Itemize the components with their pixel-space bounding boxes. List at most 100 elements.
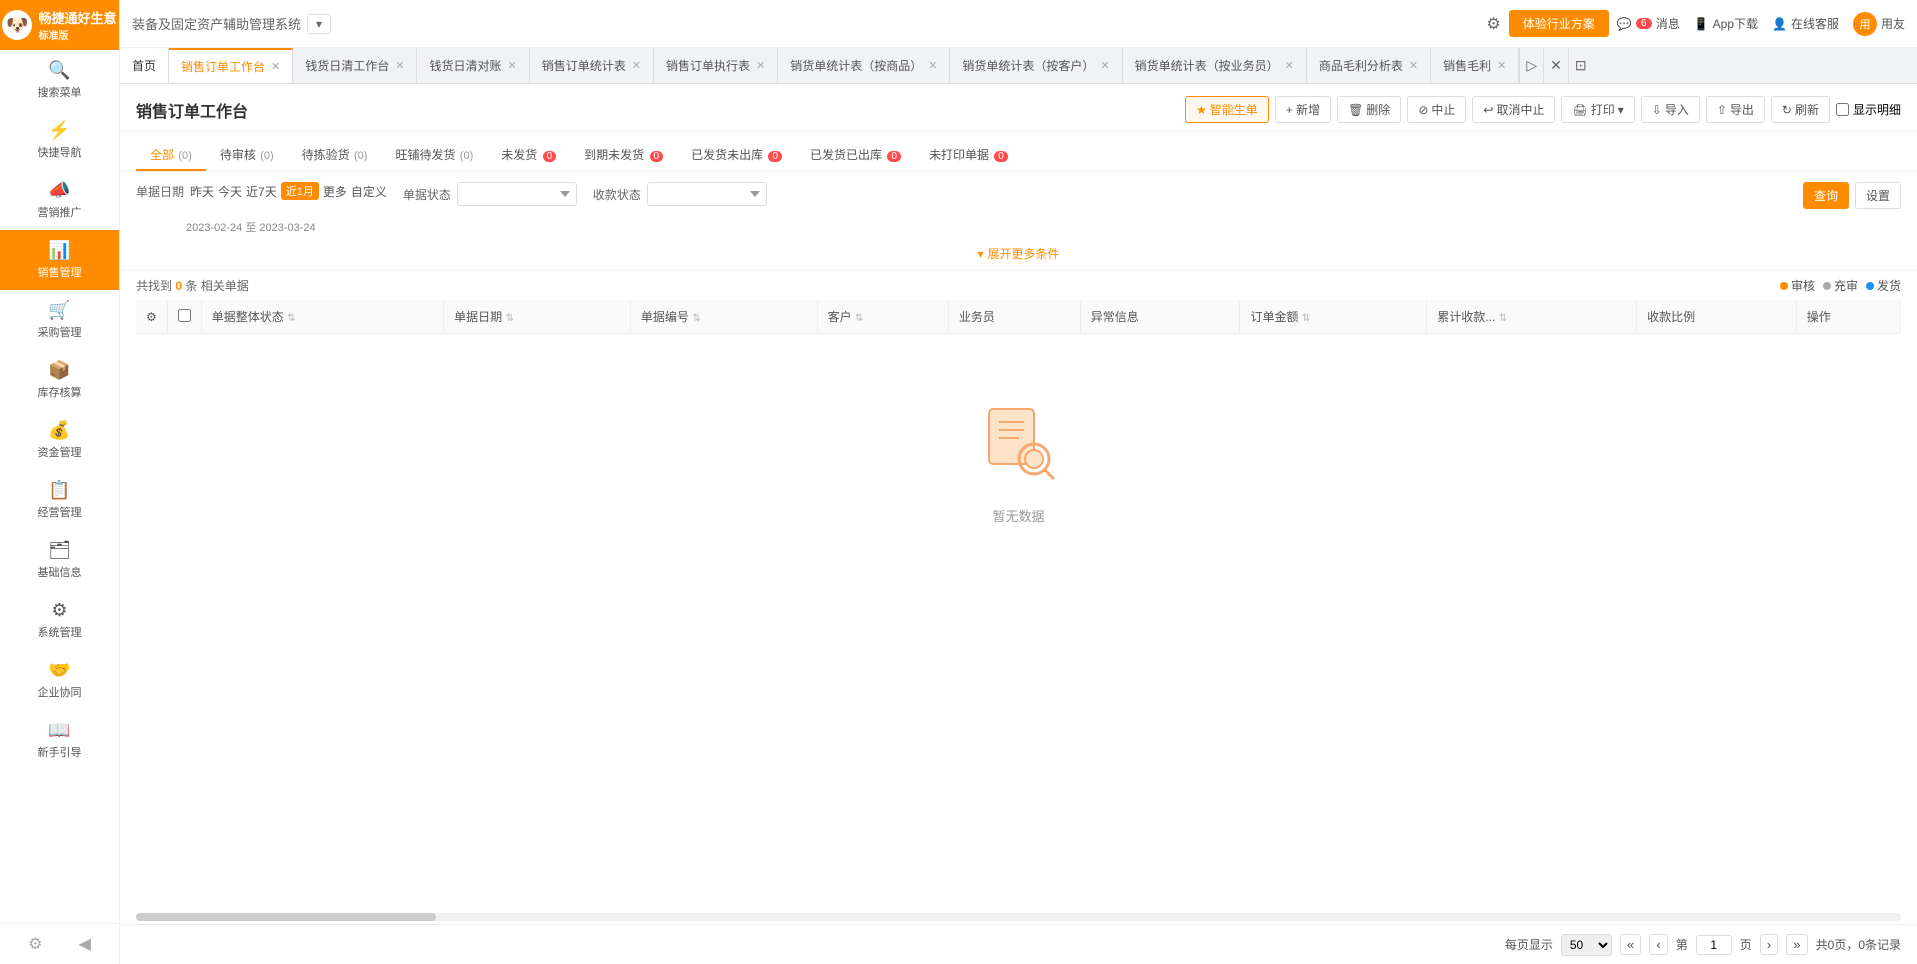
subtab-all[interactable]: 全部 (0) xyxy=(136,140,206,171)
sort-number-icon[interactable]: ⇅ xyxy=(692,313,700,324)
tab-more-btn[interactable]: ▷ xyxy=(1519,48,1543,84)
cancel-stop-btn[interactable]: ↩ 取消中止 xyxy=(1472,96,1555,123)
scroll-bar-thumb[interactable] xyxy=(136,913,436,921)
date-opt-7days[interactable]: 近7天 xyxy=(246,183,277,200)
subtab-shipped-not-out[interactable]: 已发货未出库 0 xyxy=(677,140,796,171)
tab-sales-profit[interactable]: 销售毛利 ✕ xyxy=(1431,48,1519,84)
filter-settings-btn[interactable]: 设置 xyxy=(1855,182,1901,209)
sort-collected-icon[interactable]: ⇅ xyxy=(1499,313,1507,324)
cancel-review-quick-btn[interactable]: 充审 xyxy=(1823,277,1858,294)
date-range-value: 2023-02-24 至 2023-03-24 xyxy=(186,219,316,235)
page-input[interactable] xyxy=(1696,935,1732,955)
add-btn[interactable]: + 新增 xyxy=(1275,96,1331,123)
tab-home[interactable]: 首页 xyxy=(120,48,169,84)
refresh-btn[interactable]: ↻ 刷新 xyxy=(1771,96,1830,123)
user-item[interactable]: 用 用友 xyxy=(1853,12,1905,36)
subtab-wangpu-ship[interactable]: 旺铺待发货 (0) xyxy=(381,140,487,171)
tab-stats-product-close[interactable]: ✕ xyxy=(928,59,937,72)
sidebar-item-quick-nav[interactable]: ⚡ 快捷导航 xyxy=(0,110,119,170)
subtab-overdue-unship[interactable]: 到期未发货 0 xyxy=(570,140,677,171)
prev-page-btn[interactable]: ‹ xyxy=(1649,934,1667,955)
select-all-checkbox[interactable] xyxy=(178,309,191,322)
app-download-item[interactable]: 📱 App下载 xyxy=(1694,15,1758,32)
subtab-pending-review[interactable]: 待审核 (0) xyxy=(206,140,288,171)
sidebar-item-purchase[interactable]: 🛒 采购管理 xyxy=(0,290,119,350)
tab-sales-order-stats-close[interactable]: ✕ xyxy=(632,59,641,72)
tab-sales-order-exec-close[interactable]: ✕ xyxy=(756,59,765,72)
date-opt-more[interactable]: 更多 xyxy=(323,183,347,200)
sort-date-icon[interactable]: ⇅ xyxy=(505,313,513,324)
tab-sales-order-exec[interactable]: 销售订单执行表 ✕ xyxy=(654,48,778,84)
expand-btn[interactable]: ▾ 展开更多条件 xyxy=(977,245,1059,262)
message-item[interactable]: 💬 6 消息 xyxy=(1617,15,1680,32)
sidebar-item-operation[interactable]: 📋 经营管理 xyxy=(0,470,119,530)
import-btn[interactable]: ⇩ 导入 xyxy=(1641,96,1700,123)
tab-stats-customer[interactable]: 销货单统计表（按客户） ✕ xyxy=(950,48,1122,84)
delete-btn[interactable]: 🗑 删除 xyxy=(1337,96,1401,123)
tab-stats-staff-close[interactable]: ✕ xyxy=(1285,59,1294,72)
show-detail-checkbox[interactable] xyxy=(1836,103,1849,116)
tab-sales-close[interactable]: ✕ xyxy=(271,60,280,73)
tab-stats-customer-close[interactable]: ✕ xyxy=(1100,59,1109,72)
quick-actions: 审核 充审 发货 xyxy=(1780,277,1901,294)
sidebar-item-finance[interactable]: 💰 资金管理 xyxy=(0,410,119,470)
tab-cash-reconcile-close[interactable]: ✕ xyxy=(508,59,517,72)
sidebar-item-basic[interactable]: 🗂 基础信息 xyxy=(0,530,119,590)
topbar-gear-icon[interactable]: ⚙ xyxy=(1486,14,1500,34)
date-opt-yesterday[interactable]: 昨天 xyxy=(190,183,214,200)
tab-goods-margin-close[interactable]: ✕ xyxy=(1409,59,1418,72)
stop-btn[interactable]: ⊘ 中止 xyxy=(1407,96,1466,123)
tab-close-all-btn[interactable]: ✕ xyxy=(1543,48,1568,84)
sort-customer-icon[interactable]: ⇅ xyxy=(855,313,863,324)
date-opt-custom[interactable]: 自定义 xyxy=(351,183,387,200)
tab-sales-order-stats[interactable]: 销售订单统计表 ✕ xyxy=(530,48,654,84)
tab-cash-daily-close[interactable]: ✕ xyxy=(395,59,404,72)
sidebar-item-enterprise[interactable]: 🤝 企业协同 xyxy=(0,650,119,710)
first-page-btn[interactable]: « xyxy=(1620,934,1641,955)
sidebar-item-marketing[interactable]: 📣 营销推广 xyxy=(0,170,119,230)
date-opt-1month[interactable]: 近1月 xyxy=(281,182,319,200)
system-dropdown[interactable]: ▾ xyxy=(307,14,331,34)
print-btn[interactable]: 🖨 打印 ▾ xyxy=(1561,96,1634,123)
tab-cash-daily[interactable]: 钱货日清工作台 ✕ xyxy=(293,48,417,84)
smart-create-btn[interactable]: ★ 智能生单 xyxy=(1185,96,1269,123)
sort-amount-icon[interactable]: ⇅ xyxy=(1302,313,1310,324)
tab-stats-product[interactable]: 销货单统计表（按商品） ✕ xyxy=(778,48,950,84)
tab-sales-profit-close[interactable]: ✕ xyxy=(1497,59,1506,72)
sidebar-item-sales[interactable]: 📊 销售管理 xyxy=(0,230,119,290)
subtab-unshipped[interactable]: 未发货 0 xyxy=(487,140,570,171)
date-opt-today[interactable]: 今天 xyxy=(218,183,242,200)
table-container: ⚙ 单据整体状态 ⇅ 单据日期 ⇅ xyxy=(120,300,1917,910)
tab-goods-margin[interactable]: 商品毛利分析表 ✕ xyxy=(1307,48,1431,84)
online-service-item[interactable]: 👤 在线客服 xyxy=(1772,15,1839,32)
sort-status-icon[interactable]: ⇅ xyxy=(287,313,295,324)
col-ratio: 收款比例 xyxy=(1637,300,1797,334)
page-size-select[interactable]: 10 20 50 100 xyxy=(1561,934,1612,956)
last-page-btn[interactable]: » xyxy=(1786,934,1807,955)
sidebar-item-search[interactable]: 🔍 搜索菜单 xyxy=(0,50,119,110)
show-detail-label[interactable]: 显示明细 xyxy=(1836,101,1901,118)
sidebar-item-system[interactable]: ⚙ 系统管理 xyxy=(0,590,119,650)
subtab-pending-inspect[interactable]: 待拣验货 (0) xyxy=(288,140,382,171)
subtab-unprinted[interactable]: 未打印单据 0 xyxy=(915,140,1022,171)
payment-select[interactable] xyxy=(647,182,767,206)
status-select[interactable] xyxy=(457,182,577,206)
subtab-shipped-out[interactable]: 已发货已出库 0 xyxy=(796,140,915,171)
industry-btn[interactable]: 体验行业方案 xyxy=(1509,10,1609,37)
tab-sales-order-workbench[interactable]: 销售订单工作台 ✕ xyxy=(169,48,293,84)
settings-icon[interactable]: ⚙ xyxy=(146,310,157,324)
tab-expand-btn[interactable]: ⊡ xyxy=(1568,48,1593,84)
empty-text: 暂无数据 xyxy=(992,506,1044,525)
tab-cash-reconcile[interactable]: 钱货日清对账 ✕ xyxy=(417,48,529,84)
ship-quick-btn[interactable]: 发货 xyxy=(1866,277,1901,294)
query-btn[interactable]: 查询 xyxy=(1803,182,1849,209)
sidebar-settings-icon[interactable]: ⚙ xyxy=(28,934,42,954)
total-info: 共找到 0 条 相关单据 xyxy=(136,277,249,294)
tab-stats-staff[interactable]: 销货单统计表（按业务员） ✕ xyxy=(1123,48,1307,84)
review-quick-btn[interactable]: 审核 xyxy=(1780,277,1815,294)
export-btn[interactable]: ⇧ 导出 xyxy=(1706,96,1765,123)
sidebar-collapse-icon[interactable]: ◀ xyxy=(79,934,91,954)
next-page-btn[interactable]: › xyxy=(1760,934,1778,955)
sidebar-item-inventory[interactable]: 📦 库存核算 xyxy=(0,350,119,410)
sidebar-item-guide[interactable]: 📖 新手引导 xyxy=(0,710,119,770)
